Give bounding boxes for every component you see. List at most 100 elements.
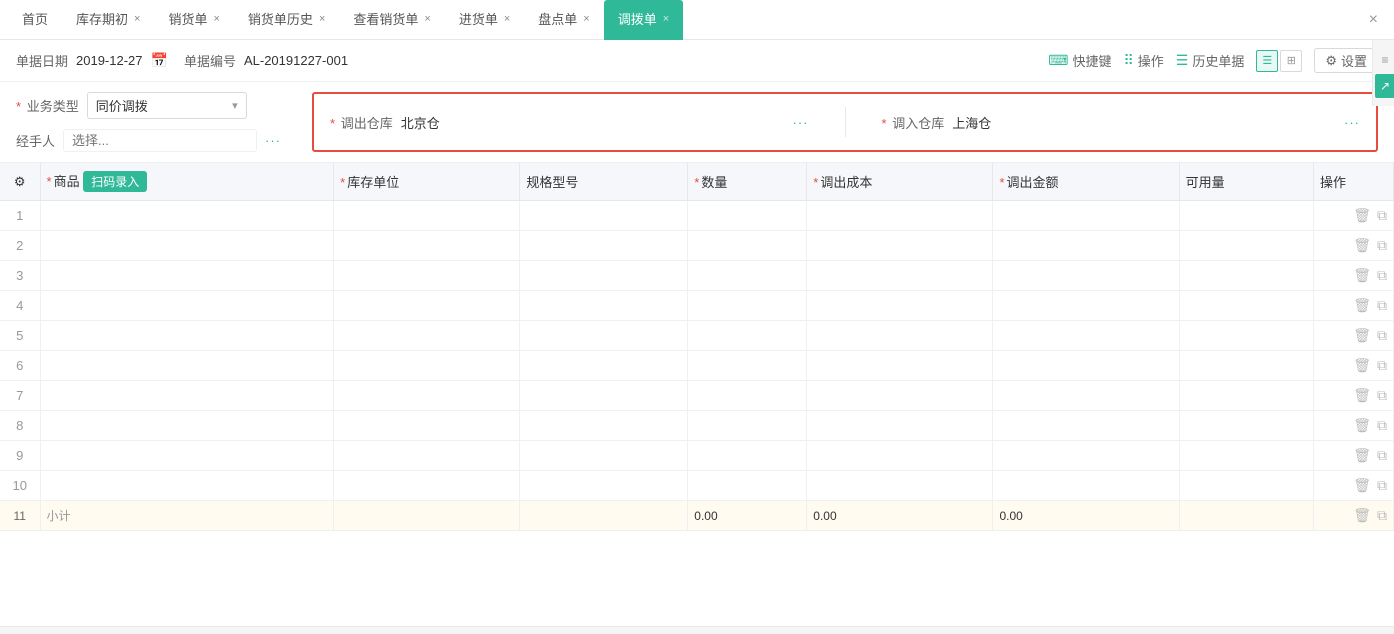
tab-close-stocktake[interactable]: ×	[583, 13, 589, 25]
row-spec[interactable]	[520, 411, 688, 441]
row-unit[interactable]	[334, 471, 520, 501]
row-unit[interactable]	[334, 351, 520, 381]
scan-btn[interactable]: 扫码录入	[83, 171, 147, 192]
row-cost[interactable]	[807, 291, 993, 321]
row-goods[interactable]	[40, 261, 334, 291]
row-goods[interactable]	[40, 411, 334, 441]
delete-row-icon[interactable]: 🗑	[1353, 267, 1371, 284]
row-qty[interactable]	[688, 201, 807, 231]
row-amount[interactable]	[993, 321, 1179, 351]
handler-input[interactable]	[63, 129, 257, 152]
row-qty[interactable]	[688, 441, 807, 471]
tab-sales[interactable]: 销货单 ×	[154, 0, 233, 40]
warehouse-in-more-btn[interactable]: ···	[1344, 115, 1360, 130]
tab-inventory-init[interactable]: 库存期初 ×	[62, 0, 154, 40]
row-amount[interactable]	[993, 201, 1179, 231]
tab-close-sales[interactable]: ×	[213, 13, 219, 25]
grid-view-btn[interactable]: ⊞	[1280, 50, 1302, 72]
delete-row-icon[interactable]: 🗑	[1353, 357, 1371, 374]
operation-btn[interactable]: ⠿ 操作	[1123, 51, 1163, 70]
warehouse-out-more-btn[interactable]: ···	[793, 115, 809, 130]
row-spec[interactable]	[520, 441, 688, 471]
row-spec[interactable]	[520, 351, 688, 381]
tab-close-sales-history[interactable]: ×	[319, 13, 325, 25]
horizontal-scrollbar[interactable]	[0, 626, 1394, 634]
row-amount[interactable]	[993, 351, 1179, 381]
row-cost[interactable]	[807, 231, 993, 261]
row-goods[interactable]	[40, 381, 334, 411]
row-cost[interactable]	[807, 411, 993, 441]
tab-transfer[interactable]: 调拨单 ×	[604, 0, 683, 40]
tab-home[interactable]: 首页	[8, 0, 62, 40]
delete-row-icon[interactable]: 🗑	[1353, 207, 1371, 224]
copy-row-icon[interactable]: ⧉	[1377, 297, 1387, 314]
window-close-btn[interactable]: ×	[1361, 11, 1386, 29]
row-qty[interactable]	[688, 291, 807, 321]
row-unit[interactable]	[334, 291, 520, 321]
row-unit[interactable]	[334, 201, 520, 231]
list-view-btn[interactable]: ☰	[1256, 50, 1278, 72]
copy-row-icon[interactable]: ⧉	[1377, 417, 1387, 434]
handler-more-btn[interactable]: ···	[265, 133, 281, 148]
row-spec[interactable]	[520, 321, 688, 351]
row-amount[interactable]	[993, 381, 1179, 411]
tab-view-sales[interactable]: 查看销货单 ×	[339, 0, 444, 40]
tab-purchase[interactable]: 进货单 ×	[445, 0, 524, 40]
row-cost[interactable]	[807, 261, 993, 291]
copy-row-icon[interactable]: ⧉	[1377, 267, 1387, 284]
delete-row-icon[interactable]: 🗑	[1353, 237, 1371, 254]
tab-sales-history[interactable]: 销货单历史 ×	[234, 0, 339, 40]
copy-row-icon[interactable]: ⧉	[1377, 447, 1387, 464]
business-type-select[interactable]: 同价调拨 ▾	[87, 92, 247, 119]
tab-close-transfer[interactable]: ×	[663, 13, 669, 25]
row-qty[interactable]	[688, 231, 807, 261]
shortcut-btn[interactable]: ⌨ 快捷键	[1048, 51, 1111, 70]
row-goods[interactable]	[40, 351, 334, 381]
row-amount[interactable]	[993, 261, 1179, 291]
copy-row-icon[interactable]: ⧉	[1377, 207, 1387, 224]
delete-row-icon[interactable]: 🗑	[1353, 477, 1371, 494]
row-amount[interactable]	[993, 291, 1179, 321]
row-cost[interactable]	[807, 201, 993, 231]
row-unit[interactable]	[334, 321, 520, 351]
tab-close-inventory-init[interactable]: ×	[134, 13, 140, 25]
row-amount[interactable]	[993, 411, 1179, 441]
gear-column-header[interactable]: ⚙	[0, 163, 40, 201]
tab-close-view-sales[interactable]: ×	[424, 13, 430, 25]
row-unit[interactable]	[334, 231, 520, 261]
row-goods[interactable]	[40, 441, 334, 471]
row-qty[interactable]	[688, 321, 807, 351]
row-unit[interactable]	[334, 381, 520, 411]
copy-row-icon[interactable]: ⧉	[1377, 327, 1387, 344]
row-cost[interactable]	[807, 441, 993, 471]
copy-row-icon[interactable]: ⧉	[1377, 357, 1387, 374]
row-spec[interactable]	[520, 471, 688, 501]
delete-row-icon[interactable]: 🗑	[1353, 417, 1371, 434]
row-goods[interactable]	[40, 231, 334, 261]
row-qty[interactable]	[688, 351, 807, 381]
row-spec[interactable]	[520, 291, 688, 321]
delete-row-icon[interactable]: 🗑	[1353, 327, 1371, 344]
copy-icon[interactable]: ⧉	[1377, 507, 1387, 524]
settings-btn[interactable]: ⚙ 设置	[1314, 48, 1378, 73]
row-qty[interactable]	[688, 381, 807, 411]
row-cost[interactable]	[807, 321, 993, 351]
tab-stocktake[interactable]: 盘点单 ×	[524, 0, 603, 40]
delete-icon[interactable]: 🗑	[1353, 507, 1371, 524]
sidebar-export-icon[interactable]: ↗	[1375, 74, 1394, 98]
sidebar-note-icon[interactable]: ≡	[1375, 48, 1394, 72]
row-goods[interactable]	[40, 201, 334, 231]
row-cost[interactable]	[807, 381, 993, 411]
row-unit[interactable]	[334, 441, 520, 471]
row-qty[interactable]	[688, 471, 807, 501]
row-amount[interactable]	[993, 231, 1179, 261]
row-goods[interactable]	[40, 471, 334, 501]
row-amount[interactable]	[993, 441, 1179, 471]
calendar-icon[interactable]: 📅	[151, 52, 168, 69]
row-qty[interactable]	[688, 261, 807, 291]
row-spec[interactable]	[520, 381, 688, 411]
row-amount[interactable]	[993, 471, 1179, 501]
copy-row-icon[interactable]: ⧉	[1377, 387, 1387, 404]
row-goods[interactable]	[40, 321, 334, 351]
row-unit[interactable]	[334, 411, 520, 441]
